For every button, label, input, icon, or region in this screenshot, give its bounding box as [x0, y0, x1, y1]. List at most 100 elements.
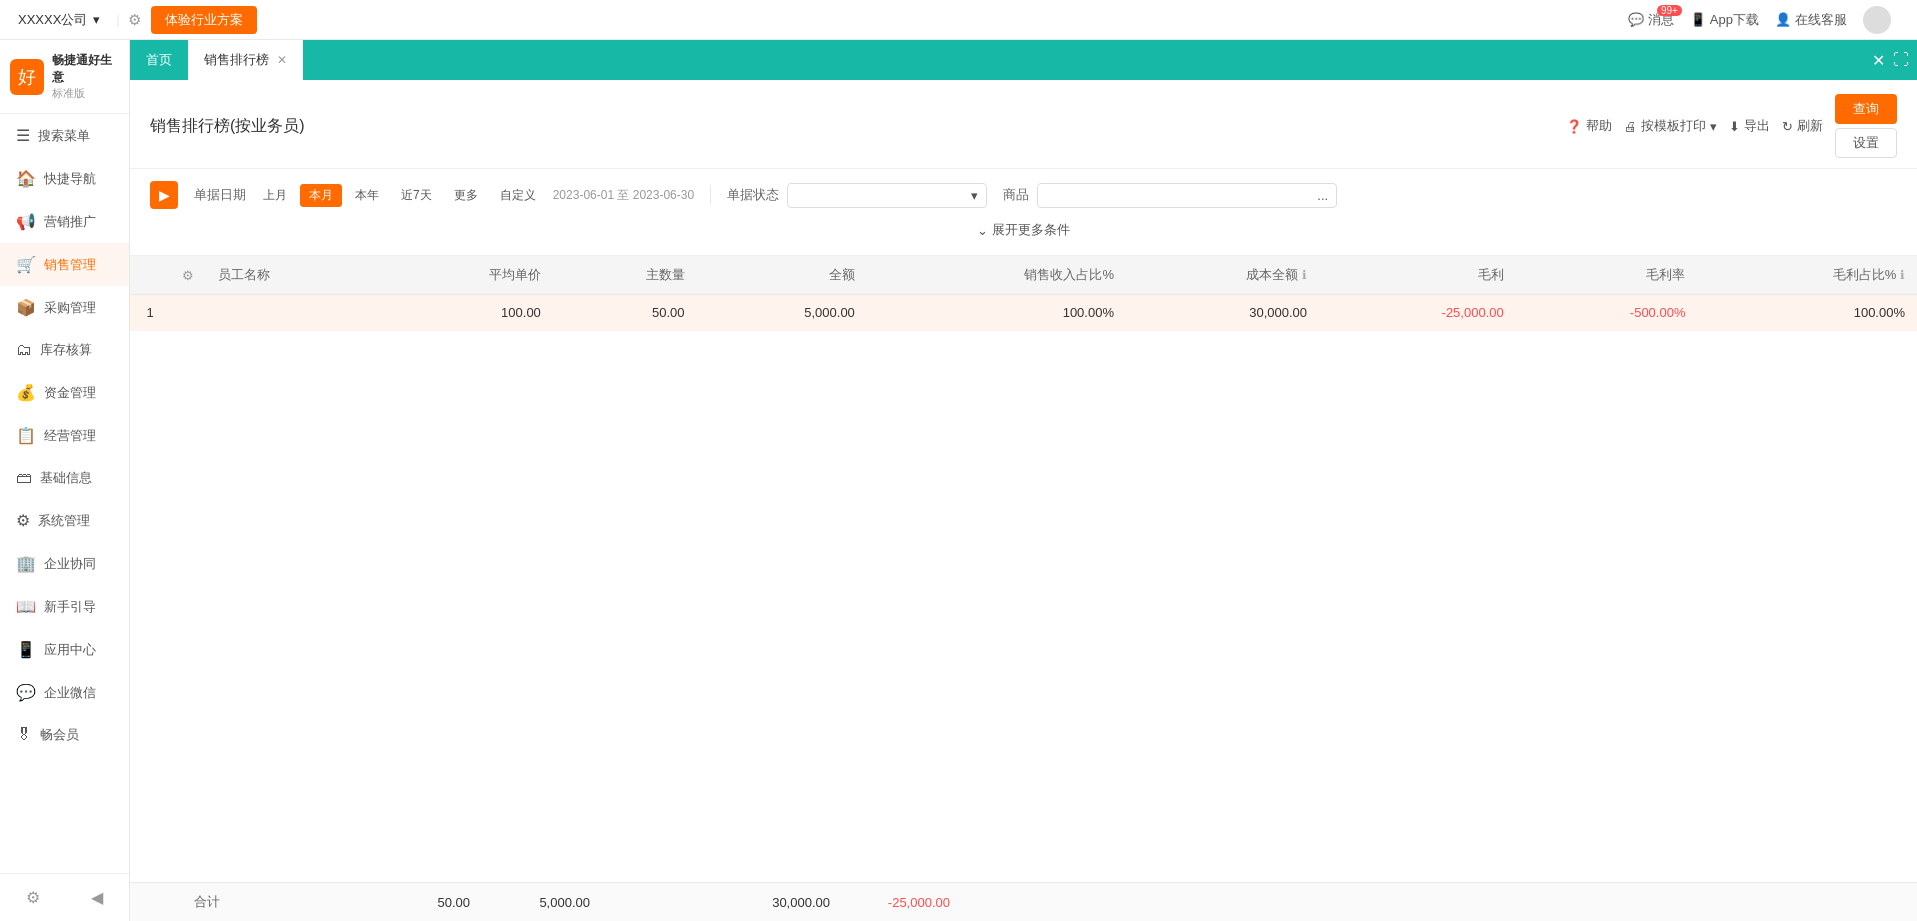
sidebar-item-purchase[interactable]: 📦 采购管理: [0, 286, 129, 329]
help-label: 帮助: [1586, 117, 1612, 135]
service-label: 在线客服: [1795, 11, 1847, 29]
trial-btn[interactable]: 体验行业方案: [151, 6, 257, 34]
status-filter-label: 单据状态: [727, 186, 779, 204]
company-selector[interactable]: XXXXX公司 ▾: [10, 7, 108, 33]
sidebar-label-finance: 资金管理: [44, 384, 96, 402]
sidebar-item-marketing[interactable]: 📢 营销推广: [0, 200, 129, 243]
export-icon: ⬇: [1729, 119, 1740, 134]
sidebar-item-apps[interactable]: 📱 应用中心: [0, 628, 129, 671]
col-header-settings[interactable]: ⚙: [170, 256, 206, 295]
settings-btn[interactable]: 设置: [1835, 128, 1897, 158]
message-btn[interactable]: 💬 消息 99+: [1628, 11, 1674, 29]
col-header-amount: 全额: [697, 256, 867, 295]
tab-home[interactable]: 首页: [130, 40, 188, 80]
date-tabs: 上月 本月 本年 近7天 更多 自定义: [254, 184, 545, 207]
sidebar-settings-btn[interactable]: ⚙: [20, 882, 46, 913]
sidebar-item-basic[interactable]: 🗃 基础信息: [0, 457, 129, 499]
search-order-icon: ☰: [16, 126, 30, 145]
tab-sales-ranking[interactable]: 销售排行榜 ✕: [188, 40, 303, 80]
cell-employee: [206, 295, 379, 331]
col-header-cost: 成本全额 ℹ: [1126, 256, 1319, 295]
sidebar-label-enterprise: 企业协同: [44, 555, 96, 573]
status-select[interactable]: ▾: [787, 183, 987, 208]
col-header-index: [130, 256, 170, 295]
marketing-icon: 📢: [16, 212, 36, 231]
online-service-btn[interactable]: 👤 在线客服: [1775, 11, 1847, 29]
footer-gross: -25,000.00: [842, 895, 962, 910]
sidebar-item-search-order[interactable]: ☰ 搜索菜单: [0, 114, 129, 157]
date-tab-last-month[interactable]: 上月: [254, 184, 296, 207]
finance-icon: 💰: [16, 383, 36, 402]
date-tab-custom[interactable]: 自定义: [491, 184, 545, 207]
avatar[interactable]: [1863, 6, 1891, 34]
refresh-btn[interactable]: ↻ 刷新: [1782, 117, 1823, 135]
footer-main-qty-val: 50.00: [402, 895, 482, 910]
sidebar-label-inventory: 库存核算: [40, 341, 92, 359]
cell-main-qty: 50.00: [553, 295, 697, 331]
company-name: XXXXX公司: [18, 11, 87, 29]
goods-filter-group: 商品 ...: [1003, 183, 1337, 208]
sidebar-item-finance[interactable]: 💰 资金管理: [0, 371, 129, 414]
sidebar-collapse-btn[interactable]: ◀: [85, 882, 109, 913]
tab-bar: 首页 销售排行榜 ✕ ✕ ⛶: [130, 40, 1917, 80]
page-actions: ❓ 帮助 🖨 按模板打印 ▾ ⬇ 导出 ↻ 刷新 查询: [1566, 94, 1897, 158]
cell-gross-pct: 100.00%: [1697, 295, 1917, 331]
sales-ranking-table: ⚙ 员工名称 平均单价 主数量 全额 销售收入占比% 成本全额 ℹ 毛利 毛利率…: [130, 256, 1917, 331]
filter-row: ▶ 单据日期 上月 本月 本年 近7天 更多 自定义 2023-06-01 至 …: [150, 181, 1897, 209]
sidebar: 好 畅捷通好生意 标准版 ☰ 搜索菜单 🏠 快捷导航 📢 营销推广 🛒 销售管理…: [0, 40, 130, 921]
column-settings-icon[interactable]: ⚙: [182, 268, 194, 283]
cell-index: 1: [130, 295, 170, 331]
cost-info-icon[interactable]: ℹ: [1302, 268, 1307, 282]
cell-amount: 5,000.00: [697, 295, 867, 331]
top-header: XXXXX公司 ▾ | ⚙ 体验行业方案 💬 消息 99+ 📱 App下载 👤 …: [0, 0, 1917, 40]
date-tab-more[interactable]: 更多: [445, 184, 487, 207]
page-header: 销售排行榜(按业务员) ❓ 帮助 🖨 按模板打印 ▾ ⬇ 导出 ↻ 刷新: [130, 80, 1917, 169]
table-header: ⚙ 员工名称 平均单价 主数量 全额 销售收入占比% 成本全额 ℹ 毛利 毛利率…: [130, 256, 1917, 295]
sidebar-label-system: 系统管理: [38, 512, 90, 530]
inventory-icon: 🗂: [16, 341, 32, 359]
status-chevron-icon: ▾: [971, 188, 978, 203]
quick-nav-icon: 🏠: [16, 169, 36, 188]
enterprise-icon: 🏢: [16, 554, 36, 573]
sidebar-item-member[interactable]: 🎖 畅会员: [0, 714, 129, 756]
sidebar-item-enterprise[interactable]: 🏢 企业协同: [0, 542, 129, 585]
chevron-down-icon: ▾: [93, 12, 100, 27]
more-filters-btn[interactable]: ⌄ 展开更多条件: [969, 217, 1078, 243]
query-btn[interactable]: 查询: [1835, 94, 1897, 124]
purchase-icon: 📦: [16, 298, 36, 317]
sidebar-item-sales[interactable]: 🛒 销售管理: [0, 243, 129, 286]
sidebar-item-wechat[interactable]: 💬 企业微信: [0, 671, 129, 714]
date-filter-label: 单据日期: [194, 186, 246, 204]
gross-pct-info-icon[interactable]: ℹ: [1900, 268, 1905, 282]
date-tab-this-year[interactable]: 本年: [346, 184, 388, 207]
operation-icon: 📋: [16, 426, 36, 445]
table-body: 1 100.00 50.00 5,000.00 100.00% 30,000.0…: [130, 295, 1917, 331]
filter-area: ▶ 单据日期 上月 本月 本年 近7天 更多 自定义 2023-06-01 至 …: [130, 169, 1917, 256]
footer-values: 50.00 5,000.00 30,000.00 -25,000.00: [222, 895, 1905, 910]
sidebar-item-guide[interactable]: 📖 新手引导: [0, 585, 129, 628]
sidebar-item-inventory[interactable]: 🗂 库存核算: [0, 329, 129, 371]
app-download-btn[interactable]: 📱 App下载: [1690, 11, 1759, 29]
refresh-label: 刷新: [1797, 117, 1823, 135]
goods-select[interactable]: ...: [1037, 183, 1337, 208]
sidebar-item-system[interactable]: ⚙ 系统管理: [0, 499, 129, 542]
print-btn[interactable]: 🖨 按模板打印 ▾: [1624, 117, 1717, 135]
sidebar-item-operation[interactable]: 📋 经营管理: [0, 414, 129, 457]
tab-fullscreen-btn[interactable]: ⛶: [1893, 51, 1909, 69]
date-filter-group: 单据日期 上月 本月 本年 近7天 更多 自定义 2023-06-01 至 20…: [194, 184, 694, 207]
filter-expand-btn[interactable]: ▶: [150, 181, 178, 209]
date-tab-this-month[interactable]: 本月: [300, 184, 342, 207]
settings-icon[interactable]: ⚙: [128, 11, 141, 29]
tab-controls: ✕ ⛶: [1864, 51, 1917, 70]
tab-close-btn[interactable]: ✕: [277, 53, 287, 67]
sidebar-label-marketing: 营销推广: [44, 213, 96, 231]
footer-amount: 5,000.00: [482, 895, 602, 910]
table-row: 1 100.00 50.00 5,000.00 100.00% 30,000.0…: [130, 295, 1917, 331]
help-btn[interactable]: ❓ 帮助: [1566, 117, 1612, 135]
export-btn[interactable]: ⬇ 导出: [1729, 117, 1770, 135]
sidebar-item-quick-nav[interactable]: 🏠 快捷导航: [0, 157, 129, 200]
print-label: 按模板打印: [1641, 117, 1706, 135]
message-icon: 💬: [1628, 12, 1644, 27]
date-tab-7days[interactable]: 近7天: [392, 184, 441, 207]
tab-close-window-btn[interactable]: ✕: [1872, 51, 1885, 70]
